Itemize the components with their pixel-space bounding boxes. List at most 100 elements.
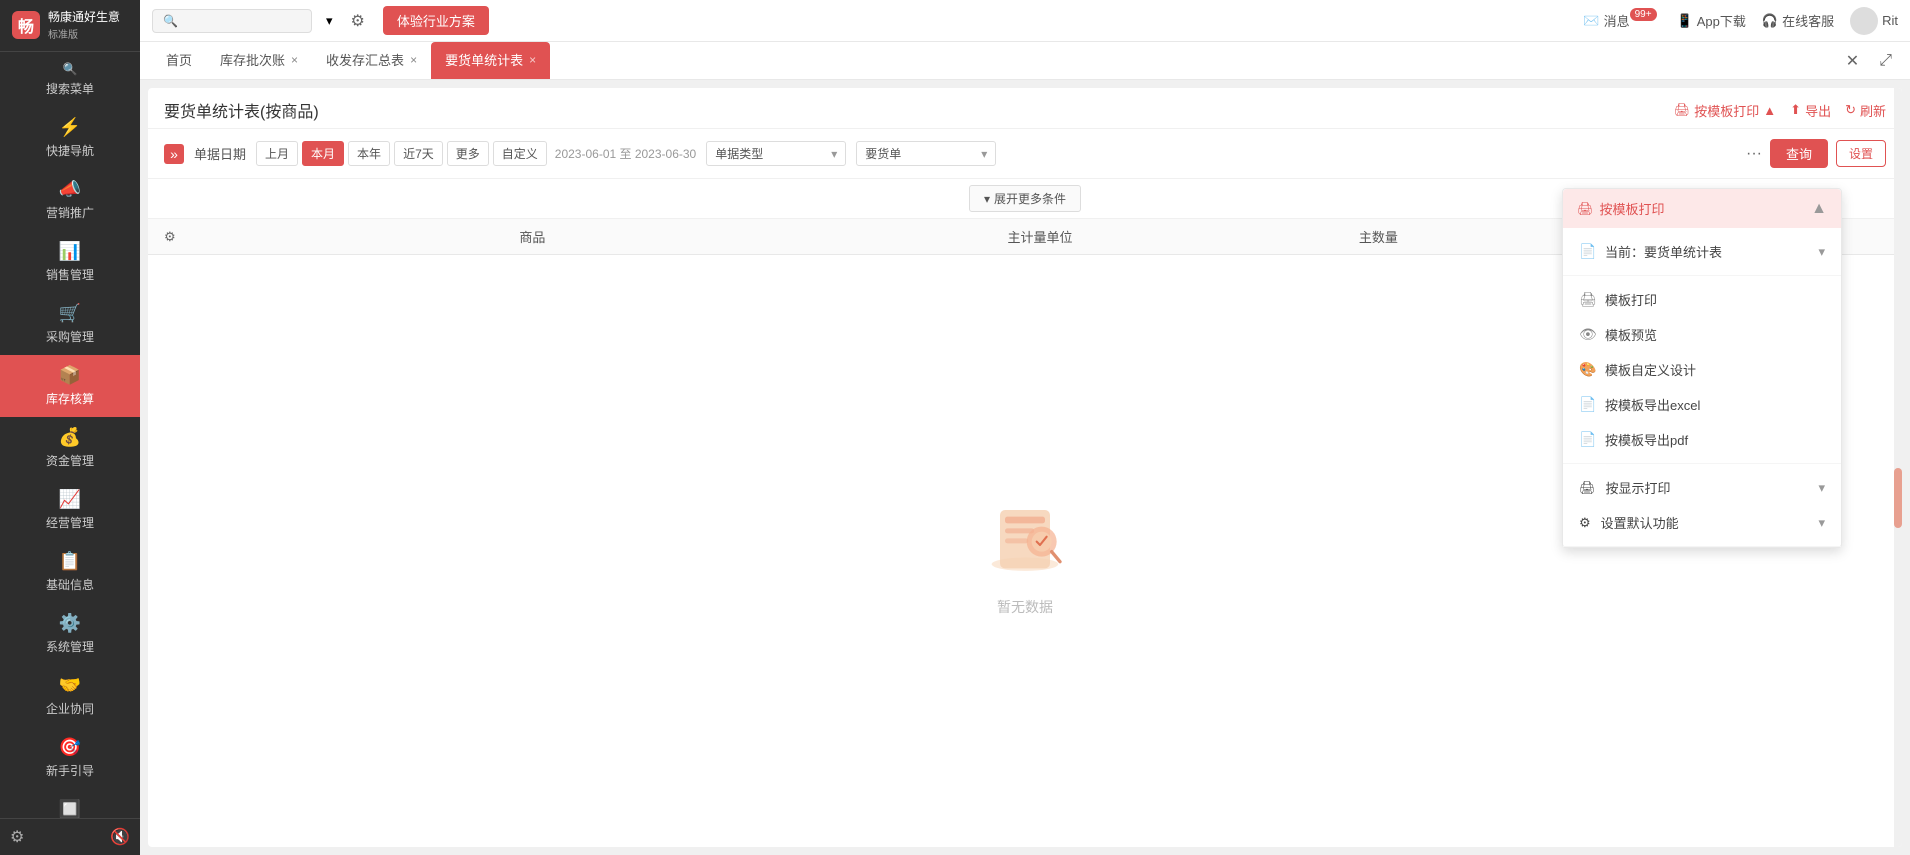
set-default-icon: ⚙ [1579, 515, 1591, 531]
app-download-label: App下载 [1697, 11, 1746, 30]
query-btn[interactable]: 查询 [1770, 139, 1828, 168]
dropdown-title-label: 按模板打印 [1600, 199, 1665, 218]
print-arrow-icon: ▲ [1763, 103, 1776, 118]
table-settings-icon[interactable]: ⚙ [164, 229, 194, 245]
dropdown-title: 🖨 按模板打印 [1577, 199, 1665, 218]
dropdown-item-excel[interactable]: 📄 按模板导出excel [1563, 387, 1841, 422]
set-default-label: 设置默认功能 [1601, 513, 1679, 532]
sidebar-item-operations[interactable]: 📈 经营管理 [0, 479, 140, 541]
dropdown-item-template-print[interactable]: 🖨 模板打印 [1563, 282, 1841, 317]
goods-filter-select[interactable]: 要货单 ▾ [856, 141, 996, 166]
topbar-search-icon: 🔍 [163, 14, 178, 28]
online-service-label: 在线客服 [1782, 11, 1834, 30]
topbar-gear-icon[interactable]: ⚙ [351, 11, 365, 31]
tab-batch-account[interactable]: 库存批次账 × [206, 42, 312, 79]
tab-order-stats[interactable]: 要货单统计表 × [431, 42, 550, 79]
tab-home-label: 首页 [166, 50, 192, 69]
filter-bar: » 单据日期 上月 本月 本年 近7天 更多 自定义 2023-06-01 至 … [148, 129, 1902, 179]
expand-more-label: 展开更多条件 [994, 190, 1066, 207]
dropdown-item-template-preview[interactable]: 👁 模板预览 [1563, 317, 1841, 352]
date-btn-this-year[interactable]: 本年 [348, 141, 390, 166]
refresh-label: 刷新 [1860, 101, 1886, 120]
tab-order-close[interactable]: × [529, 53, 536, 67]
filter-expand-btn[interactable]: » [164, 144, 184, 164]
online-service-item[interactable]: 🎧 在线客服 [1762, 11, 1834, 30]
pdf-icon: 📄 [1579, 431, 1595, 448]
sidebar-item-apps[interactable]: 🔲 应用中心 [0, 789, 140, 818]
tab-receipt-summary[interactable]: 收发存汇总表 × [312, 42, 431, 79]
sidebar-item-sales[interactable]: 📊 销售管理 [0, 231, 140, 293]
dropdown-item-template-custom[interactable]: 🎨 模板自定义设计 [1563, 352, 1841, 387]
dropdown-header: 🖨 按模板打印 ▲ [1563, 189, 1841, 228]
current-arrow-icon: ▾ [1818, 244, 1825, 260]
tab-expand-btn[interactable]: ⤢ [1873, 49, 1898, 73]
tab-close-all-btn[interactable]: ✕ [1840, 49, 1865, 73]
topbar-dropdown-arrow[interactable]: ▾ [326, 13, 333, 29]
dropdown-current-item[interactable]: 📄 当前：要货单统计表 ▾ [1563, 234, 1841, 269]
export-icon: ⬆ [1790, 102, 1801, 118]
order-type-arrow-icon: ▾ [831, 147, 837, 161]
dropdown-display-print[interactable]: 🖨 按显示打印 ▾ [1563, 470, 1841, 505]
operations-icon: 📈 [59, 489, 81, 510]
export-btn[interactable]: ⬆ 导出 [1790, 101, 1831, 120]
finance-icon: 💰 [59, 427, 81, 448]
expand-more-btn[interactable]: ▾ 展开更多条件 [969, 185, 1081, 212]
sidebar-item-label: 系统管理 [46, 638, 94, 655]
settings-btn[interactable]: 设置 [1836, 140, 1886, 167]
current-doc-icon: 📄 [1579, 243, 1595, 260]
print-template-btn[interactable]: 🖨 按模板打印 ▲ [1674, 101, 1776, 120]
goods-placeholder: 要货单 [865, 145, 901, 162]
tab-order-label: 要货单统计表 [445, 50, 523, 69]
guide-icon: 🎯 [59, 737, 81, 758]
tab-home[interactable]: 首页 [152, 42, 206, 79]
tab-receipt-label: 收发存汇总表 [326, 50, 404, 69]
display-print-icon: 🖨 [1579, 480, 1596, 496]
pdf-label: 按模板导出pdf [1605, 430, 1688, 449]
scrollbar-thumb [1894, 468, 1902, 528]
sidebar-item-label: 基础信息 [46, 576, 94, 593]
tab-receipt-close[interactable]: × [410, 53, 417, 67]
sidebar-item-inventory[interactable]: 📦 库存核算 [0, 355, 140, 417]
sidebar-item-system[interactable]: ⚙️ 系统管理 [0, 603, 140, 665]
sidebar-search[interactable]: 🔍 搜索菜单 [0, 52, 140, 107]
print-icon: 🖨 [1674, 102, 1691, 118]
empty-illustration [975, 485, 1075, 585]
export-label: 导出 [1805, 101, 1831, 120]
marketing-icon: 📣 [59, 179, 81, 200]
system-icon: ⚙️ [59, 613, 81, 634]
dropdown-set-default[interactable]: ⚙ 设置默认功能 ▾ [1563, 505, 1841, 540]
user-avatar-item[interactable]: Rit [1850, 7, 1898, 35]
topbar: 🔍 ▾ ⚙ 体验行业方案 ✉️ 消息 99+ 📱 App下载 🎧 在线客服 Ri… [140, 0, 1910, 42]
messages-item[interactable]: ✉️ 消息 99+ [1583, 11, 1660, 30]
settings-bottom-icon[interactable]: ⚙ [10, 827, 24, 847]
date-filter-label: 单据日期 [194, 144, 246, 163]
date-btn-7days[interactable]: 近7天 [394, 141, 443, 166]
message-icon: ✉️ [1583, 13, 1599, 29]
industry-btn[interactable]: 体验行业方案 [383, 6, 489, 35]
dropdown-close-btn[interactable]: ▲ [1811, 200, 1827, 218]
sidebar-item-collab[interactable]: 🤝 企业协同 [0, 665, 140, 727]
order-type-select[interactable]: 单据类型 ▾ [706, 141, 846, 166]
sidebar-item-quicknav[interactable]: ⚡ 快捷导航 [0, 107, 140, 169]
sidebar-item-basic[interactable]: 📋 基础信息 [0, 541, 140, 603]
app-download-item[interactable]: 📱 App下载 [1677, 11, 1746, 30]
sidebar-item-guide[interactable]: 🎯 新手引导 [0, 727, 140, 789]
topbar-search[interactable]: 🔍 [152, 9, 312, 33]
sidebar-item-purchase[interactable]: 🛒 采购管理 [0, 293, 140, 355]
sidebar-item-finance[interactable]: 💰 资金管理 [0, 417, 140, 479]
refresh-btn[interactable]: ↻ 刷新 [1845, 101, 1886, 120]
sidebar-item-marketing[interactable]: 📣 营销推广 [0, 169, 140, 231]
content-scrollbar[interactable] [1894, 88, 1902, 847]
date-btn-prev-month[interactable]: 上月 [256, 141, 298, 166]
audio-icon[interactable]: 🔇 [110, 827, 130, 847]
tab-batch-close[interactable]: × [291, 53, 298, 67]
download-icon: 📱 [1677, 13, 1693, 29]
dropdown-item-pdf[interactable]: 📄 按模板导出pdf [1563, 422, 1841, 457]
template-custom-label: 模板自定义设计 [1605, 360, 1696, 379]
date-btn-more[interactable]: 更多 [447, 141, 489, 166]
filter-more-icon[interactable]: ··· [1746, 145, 1762, 163]
sidebar-item-label: 资金管理 [46, 452, 94, 469]
dropdown-main-items: 🖨 模板打印 👁 模板预览 🎨 模板自定义设计 📄 按模板导出excel 📄 [1563, 276, 1841, 464]
date-btn-custom[interactable]: 自定义 [493, 141, 547, 166]
date-btn-this-month[interactable]: 本月 [302, 141, 344, 166]
